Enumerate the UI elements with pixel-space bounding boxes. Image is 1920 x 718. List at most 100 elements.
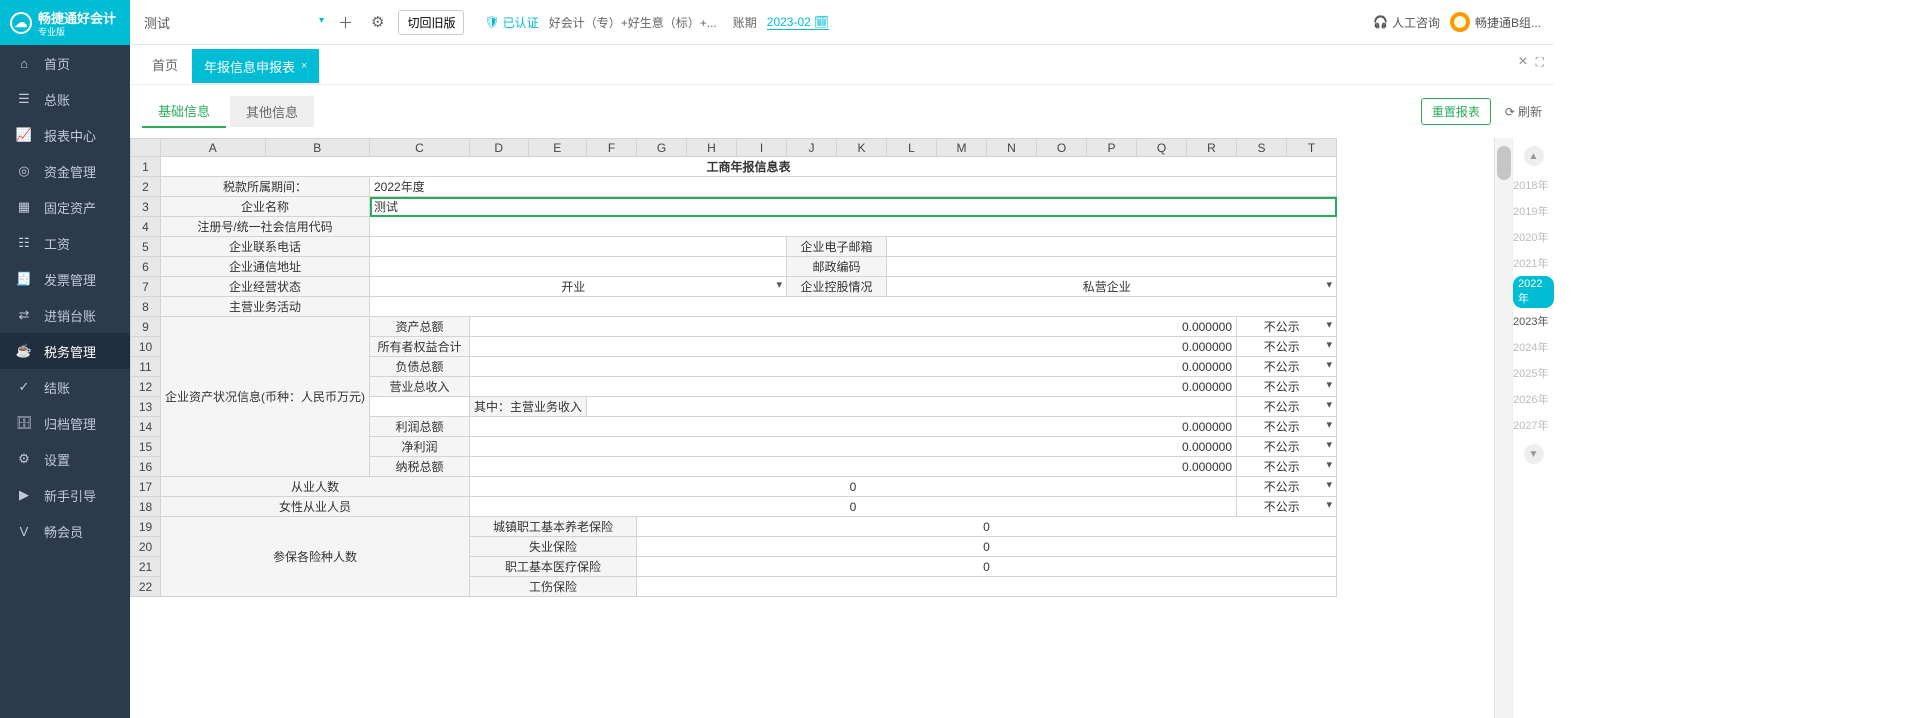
gear-icon[interactable]: ⚙ (367, 13, 388, 31)
sidebar-item-tax[interactable]: ☕税务管理 (0, 333, 130, 369)
empty-cell[interactable] (370, 217, 1337, 237)
close-tab-icon[interactable]: × (301, 60, 307, 72)
row-header[interactable]: 10 (131, 337, 161, 357)
empty-cell[interactable] (370, 297, 1337, 317)
col-header[interactable]: E (528, 139, 587, 157)
row-header[interactable]: 19 (131, 517, 161, 537)
dropdown-cell[interactable]: 不公示 (1237, 437, 1337, 457)
sidebar-item-close[interactable]: ✓结账 (0, 369, 130, 405)
dropdown-cell[interactable]: 不公示 (1237, 317, 1337, 337)
row-header[interactable]: 7 (131, 277, 161, 297)
sidebar-item-salary[interactable]: ☷工资 (0, 225, 130, 261)
close-all-icon[interactable]: × (1518, 53, 1527, 71)
col-header[interactable]: N (987, 139, 1037, 157)
col-header[interactable]: C (370, 139, 470, 157)
col-header[interactable]: H (687, 139, 737, 157)
row-header[interactable]: 15 (131, 437, 161, 457)
form-value[interactable]: 0.000000 (470, 437, 1237, 457)
row-header[interactable]: 8 (131, 297, 161, 317)
spreadsheet[interactable]: ABCDEFGHIJKLMNOPQRST1工商年报信息表2税款所属期间：2022… (130, 138, 1494, 718)
period-selector[interactable]: 2023-02 🗓 (767, 15, 829, 30)
col-header[interactable]: A (161, 139, 266, 157)
row-header[interactable]: 5 (131, 237, 161, 257)
dropdown-cell[interactable]: 不公示 (1237, 417, 1337, 437)
row-header[interactable]: 2 (131, 177, 161, 197)
col-header[interactable]: B (265, 139, 370, 157)
form-value[interactable]: 0 (470, 497, 1237, 517)
col-header[interactable]: P (1087, 139, 1137, 157)
row-header[interactable]: 13 (131, 397, 161, 417)
switch-old-button[interactable]: 切回旧版 (398, 10, 464, 35)
dropdown-cell[interactable]: 开业 (370, 277, 787, 297)
add-icon[interactable]: ＋ (334, 12, 357, 33)
col-header[interactable]: O (1037, 139, 1087, 157)
year-up-icon[interactable]: ▲ (1524, 146, 1544, 166)
sidebar-item-fund[interactable]: ◎资金管理 (0, 153, 130, 189)
row-header[interactable]: 20 (131, 537, 161, 557)
col-header[interactable]: Q (1137, 139, 1187, 157)
sidebar-item-report[interactable]: 📈报表中心 (0, 117, 130, 153)
col-header[interactable]: D (470, 139, 529, 157)
col-header[interactable]: I (737, 139, 787, 157)
col-header[interactable]: T (1287, 139, 1337, 157)
empty-cell[interactable] (370, 237, 787, 257)
form-value[interactable]: 0.000000 (470, 377, 1237, 397)
col-header[interactable]: J (787, 139, 837, 157)
form-value[interactable]: 0.000000 (470, 317, 1237, 337)
sidebar-item-archive[interactable]: 🗄归档管理 (0, 405, 130, 441)
form-value[interactable]: 0.000000 (470, 357, 1237, 377)
empty-cell[interactable] (887, 237, 1337, 257)
row-header[interactable]: 3 (131, 197, 161, 217)
empty-cell[interactable] (370, 257, 787, 277)
col-header[interactable] (131, 139, 161, 157)
form-value[interactable]: 0.000000 (470, 457, 1237, 477)
company-selector[interactable]: 测试 ▾ (144, 13, 324, 32)
sidebar-item-stock[interactable]: ⇄进销台账 (0, 297, 130, 333)
row-header[interactable]: 17 (131, 477, 161, 497)
row-header[interactable]: 6 (131, 257, 161, 277)
form-value[interactable]: 0.000000 (470, 337, 1237, 357)
dropdown-cell[interactable]: 不公示 (1237, 357, 1337, 377)
year-down-icon[interactable]: ▼ (1524, 444, 1544, 464)
dropdown-cell[interactable]: 不公示 (1237, 457, 1337, 477)
sidebar-item-home[interactable]: ⌂首页 (0, 45, 130, 81)
col-header[interactable]: K (837, 139, 887, 157)
row-header[interactable]: 1 (131, 157, 161, 177)
sidebar-item-guide[interactable]: ▶新手引导 (0, 477, 130, 513)
subtab-basic[interactable]: 基础信息 (142, 95, 226, 128)
form-value[interactable]: 0 (637, 517, 1337, 537)
dropdown-cell[interactable]: 不公示 (1237, 497, 1337, 517)
dropdown-cell[interactable]: 不公示 (1237, 397, 1337, 417)
dropdown-cell[interactable]: 私营企业 (887, 277, 1337, 297)
company-name-cell[interactable]: 测试 (370, 197, 1337, 217)
row-header[interactable]: 16 (131, 457, 161, 477)
dropdown-cell[interactable]: 不公示 (1237, 477, 1337, 497)
form-value[interactable]: 0 (637, 537, 1337, 557)
row-header[interactable]: 22 (131, 577, 161, 597)
year-2023年[interactable]: 2023年 (1513, 308, 1554, 334)
row-header[interactable]: 11 (131, 357, 161, 377)
fullscreen-icon[interactable]: ⛶ (1536, 55, 1544, 70)
support-link[interactable]: 🎧 人工咨询 (1373, 14, 1440, 31)
col-header[interactable]: R (1187, 139, 1237, 157)
sidebar-item-ledger[interactable]: ☰总账 (0, 81, 130, 117)
row-header[interactable]: 4 (131, 217, 161, 237)
reset-button[interactable]: 重置报表 (1421, 98, 1491, 125)
row-header[interactable]: 18 (131, 497, 161, 517)
empty-cell[interactable] (370, 397, 470, 417)
dropdown-cell[interactable]: 不公示 (1237, 377, 1337, 397)
sidebar-item-asset[interactable]: ▦固定资产 (0, 189, 130, 225)
col-header[interactable]: L (887, 139, 937, 157)
form-value[interactable]: 0.000000 (470, 417, 1237, 437)
empty-cell[interactable] (887, 257, 1337, 277)
form-value[interactable]: 0 (470, 477, 1237, 497)
subtab-other[interactable]: 其他信息 (230, 96, 314, 127)
col-header[interactable]: M (937, 139, 987, 157)
sidebar-item-invoice[interactable]: 🧾发票管理 (0, 261, 130, 297)
refresh-button[interactable]: ⟳ 刷新 (1505, 103, 1542, 120)
form-value[interactable]: 0 (637, 557, 1337, 577)
tab-annual-report[interactable]: 年报信息申报表 × (192, 49, 319, 83)
row-header[interactable]: 14 (131, 417, 161, 437)
form-value[interactable] (587, 397, 1237, 417)
row-header[interactable]: 9 (131, 317, 161, 337)
